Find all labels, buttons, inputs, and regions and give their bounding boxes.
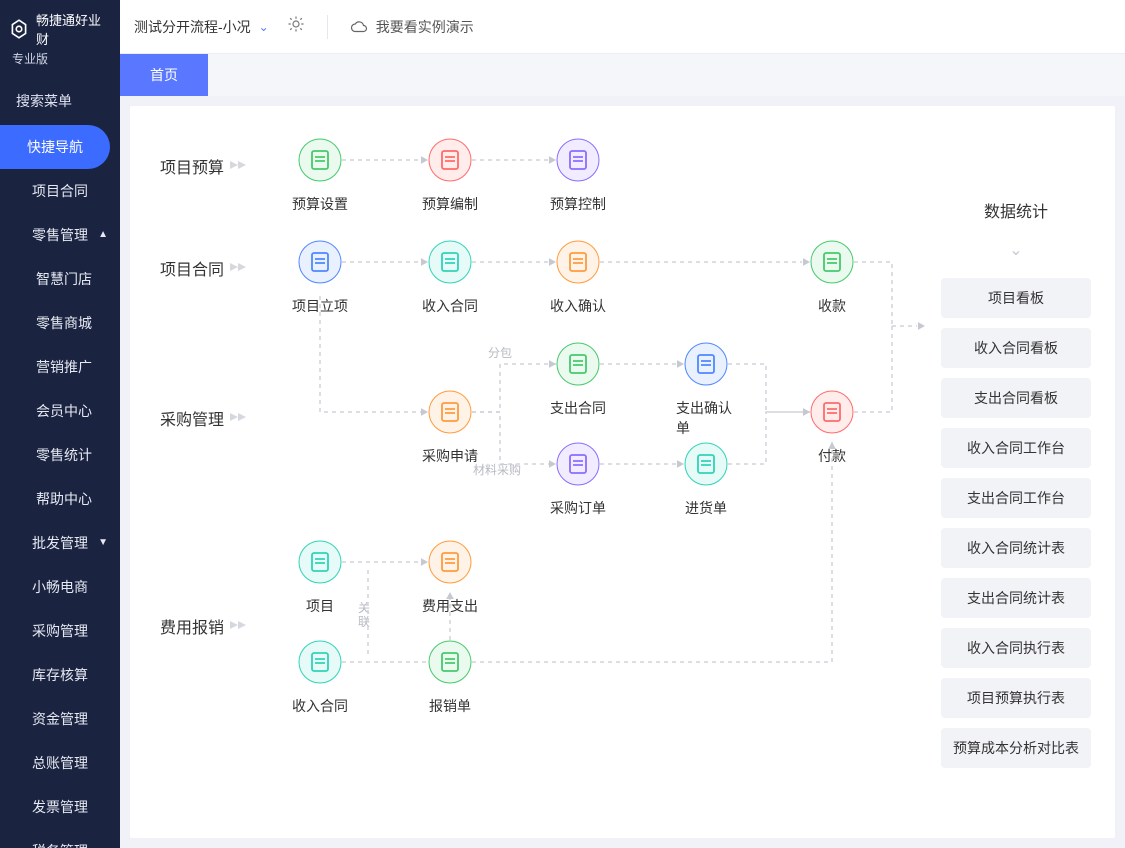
node-icon: [428, 640, 472, 684]
node-label: 收款: [818, 296, 846, 316]
node-label: 支出确认单: [676, 398, 736, 438]
node-label: 预算控制: [550, 194, 606, 214]
sidebar-item-0[interactable]: 快捷导航: [0, 125, 110, 169]
node-budget_make[interactable]: 预算编制: [420, 138, 480, 214]
sidebar-item-3[interactable]: 智慧门店: [0, 257, 120, 301]
node-label: 收入确认: [550, 296, 606, 316]
node-icon: [428, 240, 472, 284]
node-label: 采购申请: [422, 446, 478, 466]
node-label: 费用支出: [422, 596, 478, 616]
sidebar-item-12[interactable]: 库存核算: [0, 653, 120, 697]
node-icon: [428, 390, 472, 434]
node-label: 项目立项: [292, 296, 348, 316]
node-budget_set[interactable]: 预算设置: [290, 138, 350, 214]
node-label: 项目: [306, 596, 334, 616]
brand-row: 畅捷通好业财: [0, 0, 120, 50]
org-name: 测试分开流程-小况: [134, 17, 251, 37]
sidebar-item-15[interactable]: 发票管理: [0, 785, 120, 829]
node-icon: [556, 342, 600, 386]
demo-link[interactable]: 我要看实例演示: [350, 17, 474, 37]
sidebar-item-16[interactable]: 税务管理: [0, 829, 120, 848]
tab-home[interactable]: 首页: [120, 54, 208, 96]
node-icon: [684, 342, 728, 386]
node-pur_apply[interactable]: 采购申请: [420, 390, 480, 466]
brand-logo-icon: [8, 18, 30, 40]
caret-down-icon: ▼: [98, 521, 108, 565]
brand-name: 畅捷通好业财: [36, 10, 112, 48]
sidebar-item-9[interactable]: 批发管理▼: [0, 521, 120, 565]
node-icon: [556, 138, 600, 182]
node-label: 报销单: [429, 696, 471, 716]
node-label: 预算设置: [292, 194, 348, 214]
node-project[interactable]: 项目: [290, 540, 350, 616]
node-icon: [428, 540, 472, 584]
caret-up-icon: ▲: [98, 213, 108, 257]
node-expense_out[interactable]: 费用支出: [420, 540, 480, 616]
chevron-down-icon: ⌄: [259, 20, 269, 34]
demo-label: 我要看实例演示: [376, 17, 474, 37]
sidebar-item-14[interactable]: 总账管理: [0, 741, 120, 785]
sidebar-item-4[interactable]: 零售商城: [0, 301, 120, 345]
sidebar-item-6[interactable]: 会员中心: [0, 389, 120, 433]
org-selector[interactable]: 测试分开流程-小况 ⌄: [134, 17, 269, 37]
node-label: 收入合同: [292, 696, 348, 716]
node-icon: [298, 240, 342, 284]
flow-edges: [130, 106, 1110, 838]
sidebar-item-1[interactable]: 项目合同: [0, 169, 120, 213]
sidebar-item-13[interactable]: 资金管理: [0, 697, 120, 741]
sidebar: 畅捷通好业财 专业版 搜索菜单 快捷导航项目合同零售管理▲智慧门店零售商城营销推…: [0, 0, 120, 848]
node-icon: [684, 442, 728, 486]
node-out_contract[interactable]: 支出合同: [548, 342, 608, 418]
node-po[interactable]: 采购订单: [548, 442, 608, 518]
node-icon: [810, 390, 854, 434]
node-icon: [556, 240, 600, 284]
sidebar-item-2[interactable]: 零售管理▲: [0, 213, 120, 257]
node-income_contract[interactable]: 收入合同: [420, 240, 480, 316]
node-icon: [810, 240, 854, 284]
gear-icon[interactable]: [287, 15, 305, 38]
flow-panel: 项目预算 项目合同 采购管理 费用报销 数据统计 ⌄ 项目看板收入合同看板支出合…: [130, 106, 1115, 838]
node-income_confirm[interactable]: 收入确认: [548, 240, 608, 316]
node-icon: [556, 442, 600, 486]
sidebar-item-7[interactable]: 零售统计: [0, 433, 120, 477]
divider: [327, 15, 328, 39]
node-icon: [428, 138, 472, 182]
node-label: 收入合同: [422, 296, 478, 316]
node-income_contract2[interactable]: 收入合同: [290, 640, 350, 716]
node-grn[interactable]: 进货单: [676, 442, 736, 518]
sidebar-item-11[interactable]: 采购管理: [0, 609, 120, 653]
node-label: 支出合同: [550, 398, 606, 418]
node-budget_ctrl[interactable]: 预算控制: [548, 138, 608, 214]
sidebar-item-10[interactable]: 小畅电商: [0, 565, 120, 609]
node-reimburse[interactable]: 报销单: [420, 640, 480, 716]
node-label: 付款: [818, 446, 846, 466]
node-label: 进货单: [685, 498, 727, 518]
node-label: 采购订单: [550, 498, 606, 518]
content-area: 项目预算 项目合同 采购管理 费用报销 数据统计 ⌄ 项目看板收入合同看板支出合…: [120, 96, 1125, 848]
node-icon: [298, 138, 342, 182]
sidebar-item-8[interactable]: 帮助中心: [0, 477, 120, 521]
topbar: 测试分开流程-小况 ⌄ 我要看实例演示: [120, 0, 1125, 54]
tabbar: 首页: [120, 54, 1125, 96]
node-out_confirm[interactable]: 支出确认单: [676, 342, 736, 438]
search-menu[interactable]: 搜索菜单: [0, 77, 120, 125]
node-receive[interactable]: 收款: [802, 240, 862, 316]
node-icon: [298, 640, 342, 684]
node-pay[interactable]: 付款: [802, 390, 862, 466]
node-proj_init[interactable]: 项目立项: [290, 240, 350, 316]
sidebar-item-5[interactable]: 营销推广: [0, 345, 120, 389]
sidebar-menu: 快捷导航项目合同零售管理▲智慧门店零售商城营销推广会员中心零售统计帮助中心批发管…: [0, 125, 120, 848]
edition-label: 专业版: [0, 50, 120, 77]
node-label: 预算编制: [422, 194, 478, 214]
cloud-icon: [350, 18, 368, 36]
node-icon: [298, 540, 342, 584]
